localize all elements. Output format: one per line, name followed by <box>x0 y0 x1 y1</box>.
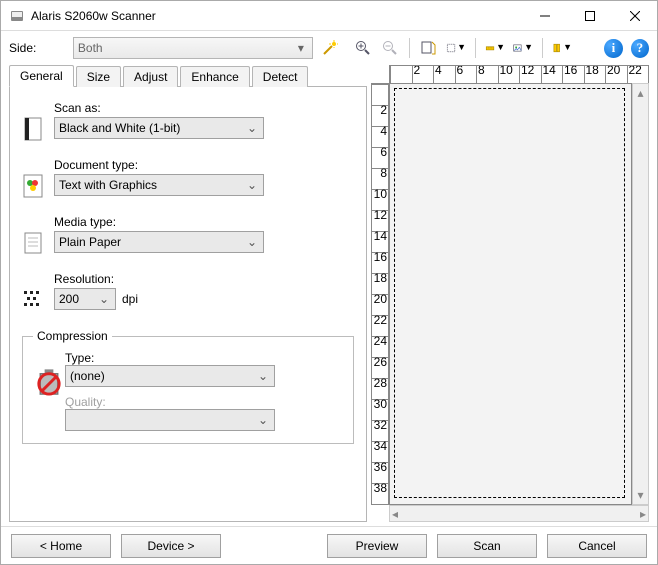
resolution-unit: dpi <box>122 292 138 306</box>
preview-button[interactable]: Preview <box>327 534 427 558</box>
tab-adjust[interactable]: Adjust <box>123 66 178 87</box>
side-label: Side: <box>9 41 67 55</box>
scan-as-select[interactable]: Black and White (1-bit)⌄ <box>54 117 264 139</box>
tab-general[interactable]: General <box>9 65 74 87</box>
resolution-icon <box>22 272 54 315</box>
resolution-select[interactable]: 200⌄ <box>54 288 116 310</box>
preview-canvas[interactable] <box>389 83 632 505</box>
outline-icon[interactable]: ▼ <box>445 37 467 59</box>
doc-type-icon <box>22 158 54 201</box>
scrollbar-vertical[interactable]: ▴▾ <box>632 83 649 505</box>
close-button[interactable] <box>612 1 657 30</box>
doc-type-select[interactable]: Text with Graphics⌄ <box>54 174 264 196</box>
home-button[interactable]: < Home <box>11 534 111 558</box>
ruler-vertical: 2468101214161820222426283032343638 <box>371 83 389 505</box>
media-type-select[interactable]: Plain Paper⌄ <box>54 231 264 253</box>
resolution-label: Resolution: <box>54 272 354 286</box>
scan-button[interactable]: Scan <box>437 534 537 558</box>
ruler-horizontal: 246810121416182022 <box>389 65 649 83</box>
maximize-button[interactable] <box>567 1 612 30</box>
comp-quality-label: Quality: <box>65 395 275 409</box>
window-title: Alaris S2060w Scanner <box>31 9 522 23</box>
units-icon[interactable]: ▼ <box>484 37 506 59</box>
tab-size[interactable]: Size <box>76 66 121 87</box>
help-icon[interactable]: ? <box>631 39 649 58</box>
selection-outline[interactable] <box>394 88 625 498</box>
scan-as-icon <box>22 101 54 144</box>
tab-detect[interactable]: Detect <box>252 66 309 87</box>
minimize-button[interactable] <box>522 1 567 30</box>
comp-type-select[interactable]: (none)⌄ <box>65 365 275 387</box>
media-type-icon <box>22 215 54 258</box>
side-select[interactable]: Both ▾ <box>73 37 313 59</box>
comp-quality-select: ⌄ <box>65 409 275 431</box>
comp-type-label: Type: <box>65 351 275 365</box>
shortcut-icon[interactable]: ▼ <box>551 37 573 59</box>
scan-as-label: Scan as: <box>54 101 354 115</box>
side-select-value: Both <box>78 41 103 55</box>
image-mode-icon[interactable]: ▼ <box>512 37 534 59</box>
doc-type-label: Document type: <box>54 158 354 172</box>
wand-icon[interactable] <box>319 37 340 59</box>
tab-enhance[interactable]: Enhance <box>180 66 249 87</box>
zoom-in-icon[interactable] <box>352 37 373 59</box>
scrollbar-horizontal[interactable]: ◂▸ <box>389 505 649 522</box>
info-icon[interactable]: i <box>604 39 622 58</box>
chevron-down-icon: ▾ <box>294 41 308 55</box>
cancel-button[interactable]: Cancel <box>547 534 647 558</box>
media-type-label: Media type: <box>54 215 354 229</box>
zoom-out-icon <box>380 37 401 59</box>
app-icon <box>9 8 25 24</box>
chevron-down-icon: ⌄ <box>245 178 259 192</box>
chevron-down-icon: ⌄ <box>245 121 259 135</box>
chevron-down-icon: ⌄ <box>245 235 259 249</box>
chevron-down-icon: ⌄ <box>256 369 270 383</box>
chevron-down-icon: ⌄ <box>97 292 111 306</box>
chevron-down-icon: ⌄ <box>256 413 270 427</box>
compression-icon <box>33 351 65 431</box>
preview-quality-icon[interactable] <box>418 37 439 59</box>
device-button[interactable]: Device > <box>121 534 221 558</box>
compression-legend: Compression <box>33 329 112 343</box>
